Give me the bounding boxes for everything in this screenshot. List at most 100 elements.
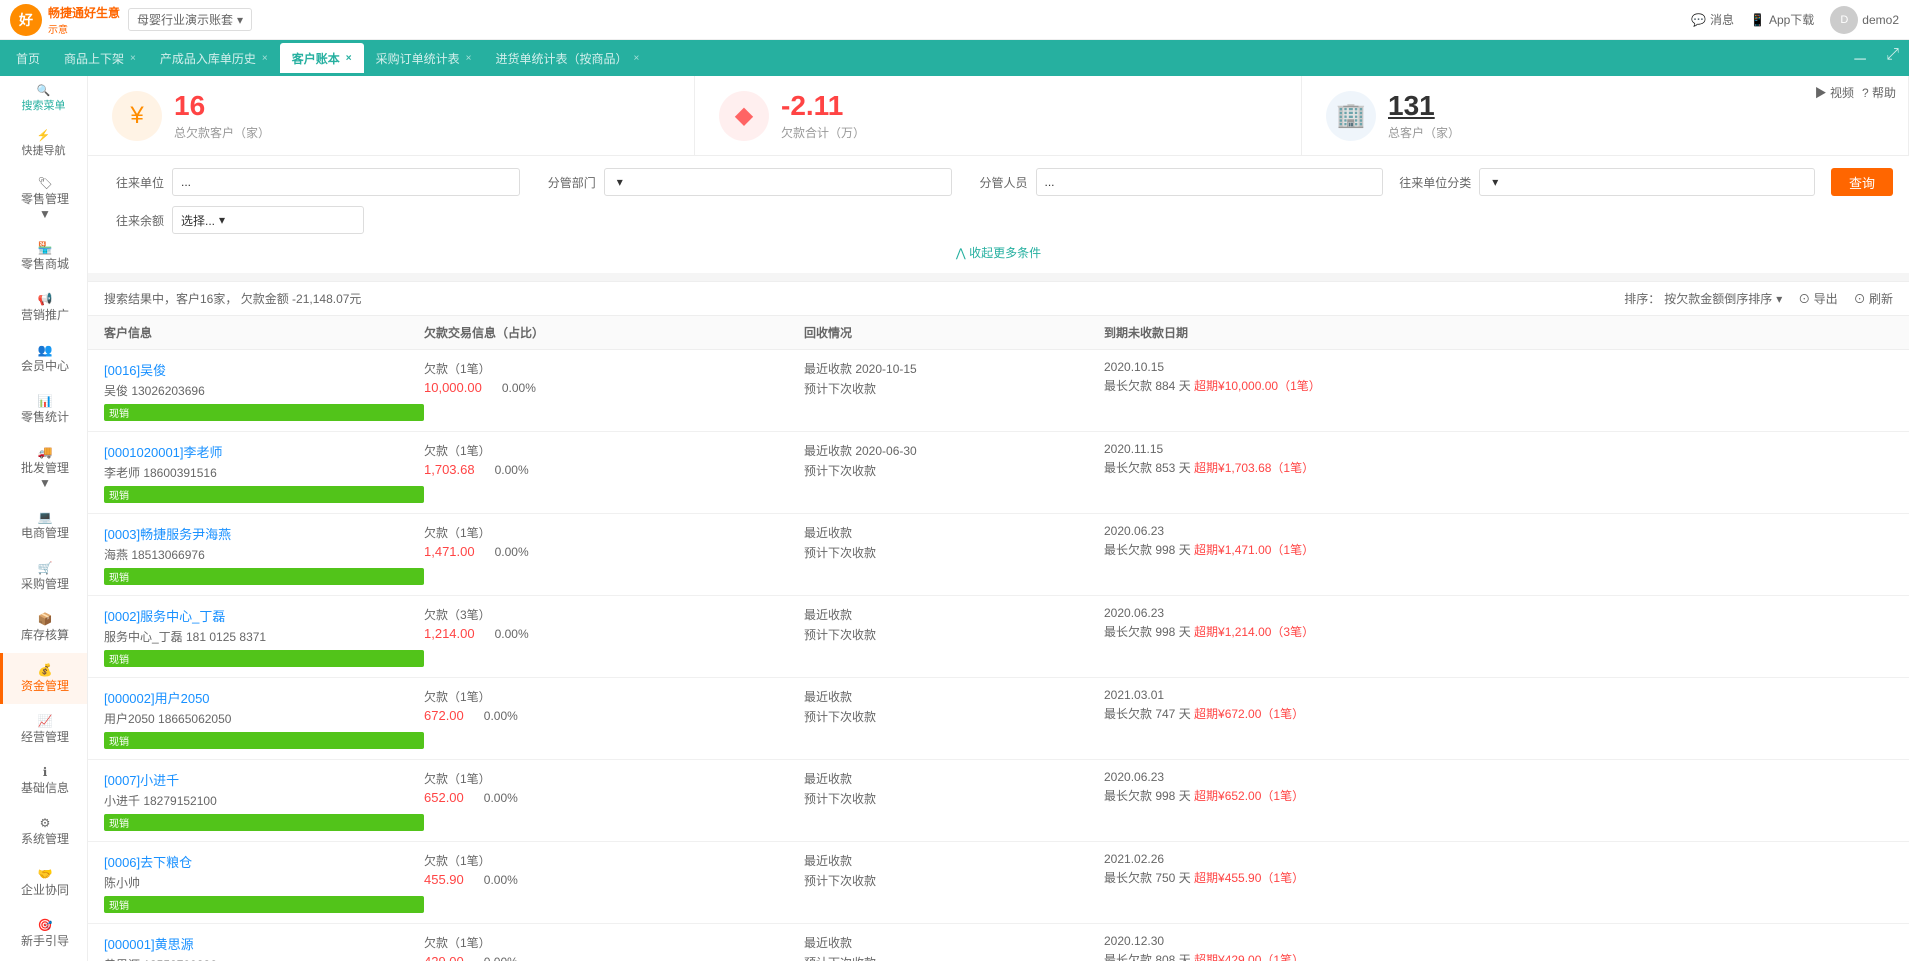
overdue-link-3[interactable]: 超期¥1,471.00（1笔）: [1194, 543, 1314, 557]
recovery-info-2: 最近收款 2020-06-30 预计下次收款: [804, 442, 1104, 479]
tab-stock-stat[interactable]: 进货单统计表（按商品） ×: [483, 43, 651, 73]
sidebar-item-member[interactable]: 👥 会员中心: [0, 333, 87, 384]
sidebar-item-basic-info[interactable]: ℹ 基础信息: [0, 755, 87, 806]
customer-name-3[interactable]: [0003]畅捷服务尹海燕: [104, 524, 424, 543]
sidebar-item-enterprise[interactable]: 🤝 企业协同: [0, 857, 87, 908]
video-icon: ▶: [1815, 86, 1827, 100]
tab-expand-btn[interactable]: ⤢: [1880, 46, 1905, 70]
sidebar-quick-nav[interactable]: ⚡ 快捷导航: [0, 121, 87, 166]
sidebar-item-finance[interactable]: 💰 资金管理: [0, 653, 87, 704]
refresh-btn[interactable]: ⊙ 刷新: [1854, 290, 1893, 307]
customer-name-4[interactable]: [0002]服务中心_丁磊: [104, 606, 424, 625]
overdue-link-8[interactable]: 超期¥429.00（1笔）: [1194, 953, 1304, 961]
debt-amount-2[interactable]: 1,703.68: [424, 462, 475, 477]
tab-product-listing[interactable]: 商品上下架 ×: [52, 43, 148, 73]
customer-name-7[interactable]: [0006]去下粮仓: [104, 852, 424, 871]
sort-value[interactable]: 按欠款金额倒序排序: [1664, 290, 1772, 307]
tab-product-listing-close[interactable]: ×: [130, 53, 136, 64]
sidebar-item-wholesale[interactable]: 🚚 批发管理 ▼: [0, 435, 87, 500]
tab-product-history[interactable]: 产成品入库单历史 ×: [148, 43, 280, 73]
sidebar-item-purchase[interactable]: 🛒 采购管理: [0, 551, 87, 602]
sidebar-item-retail-mgmt[interactable]: 🏷 零售管理 ▼: [0, 166, 87, 231]
sidebar-item-ecommerce[interactable]: 💻 电商管理: [0, 500, 87, 551]
last-collection-6: 最近收款: [804, 770, 852, 787]
tab-home[interactable]: 首页: [4, 43, 52, 73]
debt-amount-4[interactable]: 1,214.00: [424, 626, 475, 641]
due-date-2: 2020.11.15: [1104, 442, 1893, 456]
filter-dept-select[interactable]: ▾: [604, 168, 952, 196]
sidebar-top-link: 示意: [48, 21, 120, 36]
debt-row-8: 欠款（1笔）: [424, 934, 804, 951]
filter-person-label: 分管人员: [968, 174, 1028, 191]
search-icon: 🔍: [4, 84, 83, 97]
tab-purchase-order[interactable]: 采购订单统计表 ×: [364, 43, 484, 73]
export-btn[interactable]: ⊙ 导出: [1798, 290, 1837, 307]
tab-product-history-close[interactable]: ×: [262, 53, 268, 64]
next-collection-row-8: 预计下次收款: [804, 954, 1104, 961]
tab-minimize-btn[interactable]: －: [1846, 46, 1874, 70]
debt-percent-7: 0.00%: [484, 873, 518, 887]
last-collection-8: 最近收款: [804, 934, 852, 951]
sidebar-item-guide[interactable]: 🎯 新手引导: [0, 908, 87, 959]
top-bar: 好 畅捷通好生意 示意 母婴行业演示账套 ▾ 💬 消息 📱 App下载 D de…: [0, 0, 1909, 40]
customer-name-2[interactable]: [0001020001]李老师: [104, 442, 424, 461]
app-download-btn[interactable]: 📱 App下载: [1750, 11, 1814, 28]
filter-person-input[interactable]: ...: [1036, 168, 1384, 196]
debt-amount-6[interactable]: 652.00: [424, 790, 464, 805]
debt-amount-row-1: 10,000.00 0.00%: [424, 380, 804, 395]
sidebar-item-basic-info-label: 基础信息: [7, 779, 83, 796]
sidebar-search-menu[interactable]: 🔍 搜索菜单: [0, 76, 87, 121]
debt-amount-5[interactable]: 672.00: [424, 708, 464, 723]
debt-row-7: 欠款（1笔）: [424, 852, 804, 869]
help-btn[interactable]: ? 帮助: [1862, 84, 1896, 101]
debt-amount-8[interactable]: 429.00: [424, 954, 464, 961]
customer-name-8[interactable]: [000001]黄思源: [104, 934, 424, 953]
overdue-link-5[interactable]: 超期¥672.00（1笔）: [1194, 707, 1304, 721]
sidebar-item-retail-shop[interactable]: 🏪 零售商城: [0, 231, 87, 282]
user-area[interactable]: D demo2: [1830, 6, 1899, 34]
debt-amount-3[interactable]: 1,471.00: [424, 544, 475, 559]
app-download-label: App下载: [1769, 11, 1814, 28]
sidebar-item-inventory[interactable]: 📦 库存核算: [0, 602, 87, 653]
member-icon: 👥: [7, 343, 83, 357]
debt-amount-1[interactable]: 10,000.00: [424, 380, 482, 395]
due-date-6: 2020.06.23: [1104, 770, 1893, 784]
overdue-link-6[interactable]: 超期¥652.00（1笔）: [1194, 789, 1304, 803]
tab-stock-stat-close[interactable]: ×: [633, 53, 639, 64]
overdue-link-7[interactable]: 超期¥455.90（1笔）: [1194, 871, 1304, 885]
sidebar-item-marketing[interactable]: 📢 营销推广: [0, 282, 87, 333]
debt-row-2: 欠款（1笔）: [424, 442, 804, 459]
overdue-link-1[interactable]: 超期¥10,000.00（1笔）: [1194, 379, 1321, 393]
overdue-link-2[interactable]: 超期¥1,703.68（1笔）: [1194, 461, 1314, 475]
sidebar-item-system[interactable]: ⚙ 系统管理: [0, 806, 87, 857]
overdue-link-4[interactable]: 超期¥1,214.00（3笔）: [1194, 625, 1314, 639]
filter-balance-select[interactable]: 选择... ▾: [172, 206, 364, 234]
debt-amount-7[interactable]: 455.90: [424, 872, 464, 887]
next-collection-row-4: 预计下次收款: [804, 626, 1104, 643]
retail-shop-icon: 🏪: [7, 241, 83, 255]
debt-percent-8: 0.00%: [484, 955, 518, 961]
filter-category-select[interactable]: ▾: [1479, 168, 1815, 196]
overdue-days-5: 最长欠款 747 天 超期¥672.00（1笔）: [1104, 705, 1893, 722]
sidebar-item-retail-stat[interactable]: 📊 零售统计: [0, 384, 87, 435]
company-selector[interactable]: 母婴行业演示账套 ▾: [128, 8, 252, 31]
search-btn[interactable]: 查询: [1831, 168, 1893, 196]
collapse-row[interactable]: ⋀ 收起更多条件: [104, 244, 1893, 261]
finance-icon: 💰: [7, 663, 83, 677]
help-label: 帮助: [1872, 86, 1896, 100]
tab-customer-account[interactable]: 客户账本 ×: [280, 43, 364, 73]
video-btn[interactable]: ▶ 视频: [1815, 84, 1854, 101]
customer-name-5[interactable]: [000002]用户2050: [104, 688, 424, 707]
customer-name-1[interactable]: [0016]吴俊: [104, 360, 424, 379]
debt-row-6: 欠款（1笔）: [424, 770, 804, 787]
stat-debt-total: ◆ -2.11 欠款合计（万）: [695, 76, 1302, 155]
sidebar-item-operation[interactable]: 📈 经营管理: [0, 704, 87, 755]
filter-unit-input[interactable]: ...: [172, 168, 520, 196]
customer-name-6[interactable]: [0007]小进千: [104, 770, 424, 789]
filter-category: 往来单位分类 ▾: [1399, 168, 1815, 196]
tab-purchase-order-close[interactable]: ×: [466, 53, 472, 64]
sidebar-item-ecommerce-label: 电商管理: [7, 524, 83, 541]
tab-customer-account-close[interactable]: ×: [346, 53, 352, 64]
next-collection-row-5: 预计下次收款: [804, 708, 1104, 725]
message-btn[interactable]: 💬 消息: [1691, 11, 1734, 28]
